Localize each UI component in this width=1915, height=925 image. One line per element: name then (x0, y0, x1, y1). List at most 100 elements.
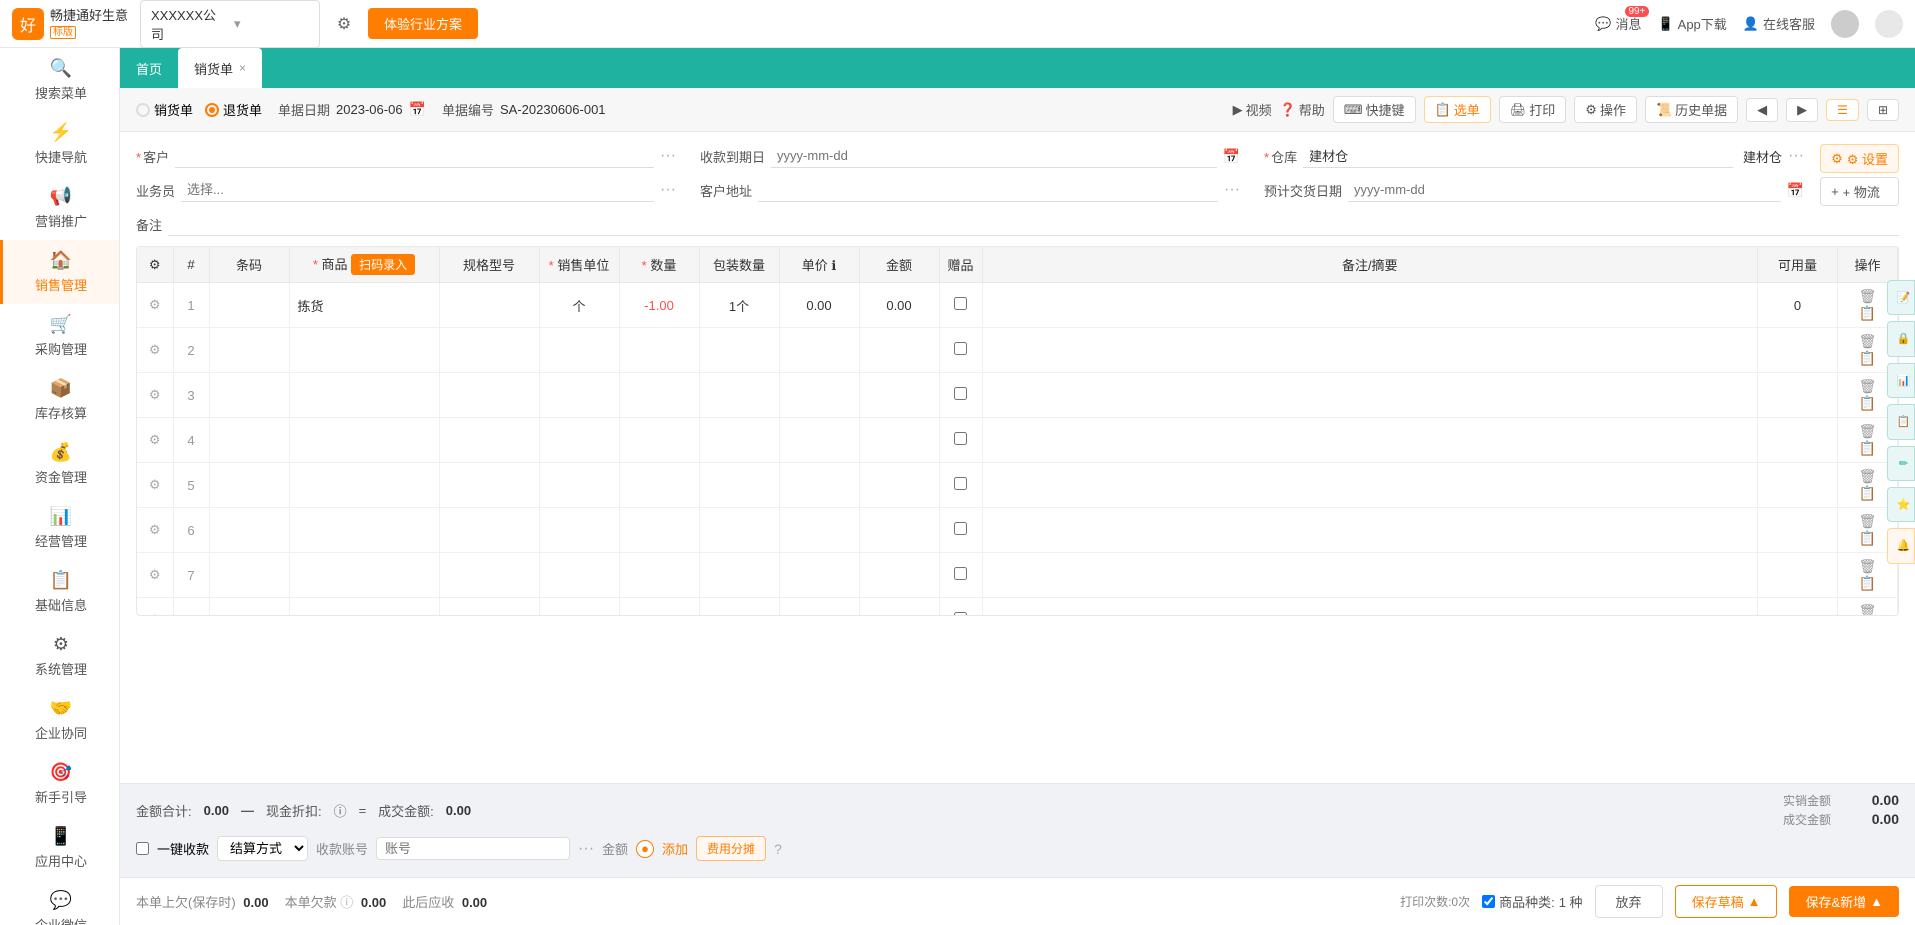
save-new-button[interactable]: 保存&新增 ▲ (1789, 886, 1899, 917)
row-gear-3[interactable]: ⚙ (137, 418, 173, 463)
row-qty-5[interactable] (619, 508, 699, 553)
row-barcode-0[interactable] (209, 283, 289, 328)
row-pkg-qty-6[interactable] (699, 553, 779, 598)
row-price-4[interactable] (779, 463, 859, 508)
payment-due-input[interactable] (771, 144, 1217, 168)
rfp-btn-1[interactable]: 📝 (1887, 280, 1915, 315)
company-selector[interactable]: XXXXXX公司 ▾ (140, 0, 320, 48)
list-view-button[interactable]: ☰ (1826, 99, 1859, 121)
row-price-6[interactable] (779, 553, 859, 598)
row-goods-2[interactable] (289, 373, 439, 418)
row-notes-4[interactable] (982, 463, 1757, 508)
video-link[interactable]: ▶ 视频 (1233, 100, 1272, 119)
row-gear-1[interactable]: ⚙ (137, 328, 173, 373)
row-price-5[interactable] (779, 508, 859, 553)
row-gear-7[interactable]: ⚙ (137, 598, 173, 617)
sales-order-radio[interactable]: 销货单 (136, 100, 193, 119)
goods-type-checkbox[interactable] (1482, 895, 1495, 908)
row-amount-4[interactable] (859, 463, 939, 508)
row-qty-3[interactable] (619, 418, 699, 463)
row-goods-7[interactable] (289, 598, 439, 617)
row-copy-icon-5[interactable]: 📋 (1856, 530, 1879, 546)
row-unit-3[interactable] (539, 418, 619, 463)
row-barcode-1[interactable] (209, 328, 289, 373)
add-payment-button[interactable]: ● (636, 840, 654, 858)
customer-input[interactable] (175, 144, 654, 168)
row-goods-0[interactable]: 拣货 (289, 283, 439, 328)
row-spec-7[interactable] (439, 598, 539, 617)
warehouse-input[interactable] (1303, 144, 1733, 168)
sidebar-item-quick-nav[interactable]: ⚡ 快捷导航 (0, 112, 119, 176)
row-amount-2[interactable] (859, 373, 939, 418)
settlement-method-select[interactable]: 结算方式 (217, 836, 308, 861)
row-notes-1[interactable] (982, 328, 1757, 373)
save-draft-button[interactable]: 保存草稿 ▲ (1675, 885, 1778, 918)
discount-info-icon[interactable]: ⓘ (334, 801, 347, 820)
row-gift-5[interactable] (939, 508, 982, 553)
row-copy-icon-1[interactable]: 📋 (1856, 350, 1879, 366)
select-button[interactable]: 📋 选单 (1424, 96, 1491, 123)
row-gear-2[interactable]: ⚙ (137, 373, 173, 418)
sidebar-item-wechat[interactable]: 💬 企业微信 (0, 880, 119, 925)
sidebar-item-purchase[interactable]: 🛒 采购管理 (0, 304, 119, 368)
row-unit-1[interactable] (539, 328, 619, 373)
row-goods-4[interactable] (289, 463, 439, 508)
logistics-button[interactable]: + + 物流 (1820, 177, 1899, 206)
row-qty-2[interactable] (619, 373, 699, 418)
row-copy-icon-3[interactable]: 📋 (1856, 440, 1879, 456)
row-gift-1[interactable] (939, 328, 982, 373)
rfp-btn-5[interactable]: ✏ (1887, 446, 1915, 481)
sidebar-item-finance[interactable]: 💰 资金管理 (0, 432, 119, 496)
row-unit-4[interactable] (539, 463, 619, 508)
row-barcode-2[interactable] (209, 373, 289, 418)
row-pkg-qty-4[interactable] (699, 463, 779, 508)
row-gear-4[interactable]: ⚙ (137, 463, 173, 508)
row-qty-1[interactable] (619, 328, 699, 373)
row-unit-7[interactable] (539, 598, 619, 617)
row-copy-icon-0[interactable]: 📋 (1856, 305, 1879, 321)
rfp-btn-2[interactable]: 🔒 (1887, 321, 1915, 356)
row-price-0[interactable]: 0.00 (779, 283, 859, 328)
row-amount-1[interactable] (859, 328, 939, 373)
row-amount-6[interactable] (859, 553, 939, 598)
row-gear-0[interactable]: ⚙ (137, 283, 173, 328)
row-copy-icon-4[interactable]: 📋 (1856, 485, 1879, 501)
avatar[interactable] (1831, 10, 1859, 38)
sidebar-item-system[interactable]: ⚙ 系统管理 (0, 624, 119, 688)
row-amount-5[interactable] (859, 508, 939, 553)
row-delete-icon-1[interactable]: 🗑 (1856, 333, 1880, 349)
row-amount-7[interactable] (859, 598, 939, 617)
row-notes-2[interactable] (982, 373, 1757, 418)
sidebar-item-apps[interactable]: 📱 应用中心 (0, 816, 119, 880)
row-qty-0[interactable]: -1.00 (619, 283, 699, 328)
row-pkg-qty-3[interactable] (699, 418, 779, 463)
fee-split-button[interactable]: 费用分摊 (696, 836, 766, 861)
row-qty-6[interactable] (619, 553, 699, 598)
row-barcode-4[interactable] (209, 463, 289, 508)
row-price-3[interactable] (779, 418, 859, 463)
sidebar-item-operation[interactable]: 📊 经营管理 (0, 496, 119, 560)
row-spec-4[interactable] (439, 463, 539, 508)
one-click-pay-checkbox[interactable] (136, 842, 149, 855)
customer-addr-dots-icon[interactable]: ··· (1224, 181, 1240, 199)
account-dots-icon[interactable]: ··· (578, 840, 594, 858)
prev-button[interactable]: ◀ (1746, 98, 1778, 122)
company-settings-button[interactable]: ⚙ (328, 8, 360, 40)
row-spec-3[interactable] (439, 418, 539, 463)
row-goods-5[interactable] (289, 508, 439, 553)
sidebar-item-marketing[interactable]: 📢 营销推广 (0, 176, 119, 240)
row-unit-5[interactable] (539, 508, 619, 553)
grid-view-button[interactable]: ⊞ (1867, 99, 1899, 121)
tab-home[interactable]: 首页 (120, 48, 178, 88)
row-pkg-qty-0[interactable]: 1个 (699, 283, 779, 328)
row-delete-icon-4[interactable]: 🗑 (1856, 468, 1880, 484)
warehouse-dots-icon[interactable]: ··· (1788, 147, 1804, 165)
row-delete-icon-6[interactable]: 🗑 (1856, 558, 1880, 574)
row-notes-0[interactable] (982, 283, 1757, 328)
row-notes-6[interactable] (982, 553, 1757, 598)
row-price-1[interactable] (779, 328, 859, 373)
row-pkg-qty-5[interactable] (699, 508, 779, 553)
row-notes-5[interactable] (982, 508, 1757, 553)
row-pkg-qty-1[interactable] (699, 328, 779, 373)
total-owe-info-icon[interactable]: ⓘ (340, 895, 353, 910)
